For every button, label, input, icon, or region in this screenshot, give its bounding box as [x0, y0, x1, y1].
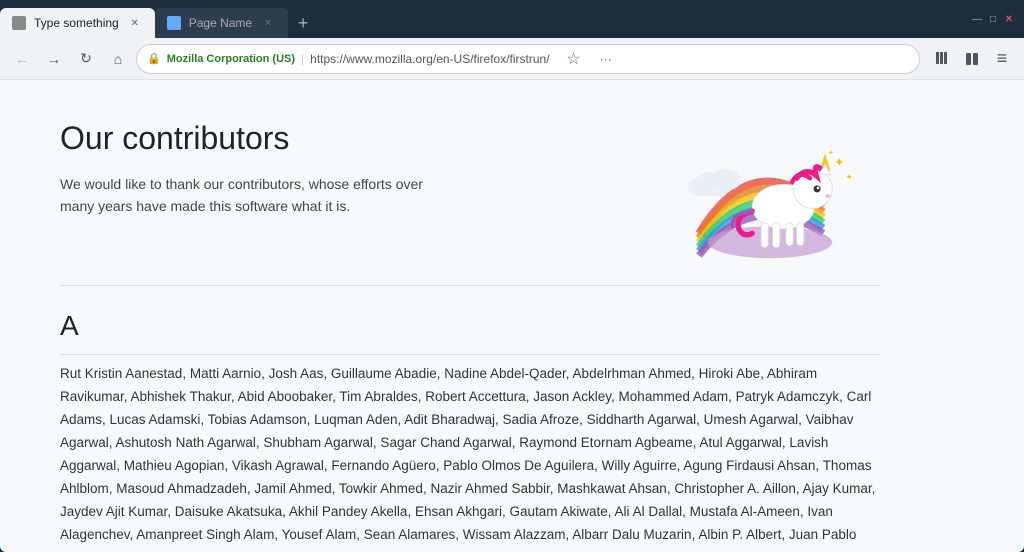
contributors-header: Our contributors We would like to thank … — [60, 120, 880, 265]
address-bar-actions: ☆ ··· — [556, 45, 620, 73]
maximize-button[interactable]: □ — [986, 12, 1000, 26]
lock-icon: 🔒 — [147, 52, 161, 65]
desc-line1: We would like to thank our contributors,… — [60, 176, 423, 192]
minimize-button[interactable]: — — [970, 12, 984, 26]
unicorn-svg: ✦ ✦ ✦ — [680, 100, 860, 260]
tabs-area: Type something ✕ Page Name ✕ + — [0, 0, 962, 38]
svg-text:✦: ✦ — [828, 149, 834, 157]
close-button[interactable]: ✕ — [1002, 12, 1016, 26]
bookmark-star-icon[interactable]: ☆ — [560, 45, 588, 73]
address-bar[interactable]: 🔒 Mozilla Corporation (US) | https://www… — [136, 44, 920, 74]
unicorn-illustration: ✦ ✦ ✦ — [680, 100, 880, 265]
new-tab-button[interactable]: + — [288, 8, 318, 38]
page-content: Our contributors We would like to thank … — [0, 80, 1024, 552]
url-separator: | — [301, 52, 304, 66]
contributors-description: We would like to thank our contributors,… — [60, 173, 423, 218]
contributors-list: Rut Kristin Aanestad, Matti Aarnio, Josh… — [60, 363, 880, 552]
window-controls: — □ ✕ — [962, 12, 1024, 26]
title-bar: Type something ✕ Page Name ✕ + — □ ✕ — [0, 0, 1024, 38]
forward-button[interactable]: → — [40, 45, 68, 73]
verified-name: Mozilla Corporation (US) — [167, 53, 295, 65]
tab-favicon-2 — [167, 16, 181, 30]
tab-inactive[interactable]: Page Name ✕ — [155, 8, 288, 38]
more-actions-icon[interactable]: ··· — [592, 45, 620, 73]
tab-inactive-label: Page Name — [189, 16, 252, 30]
bookmarks-button[interactable] — [928, 45, 956, 73]
tab-close-button[interactable]: ✕ — [127, 15, 143, 31]
contributors-section: Our contributors We would like to thank … — [60, 120, 880, 552]
toolbar-right: ≡ — [928, 45, 1016, 73]
page-title: Our contributors — [60, 120, 423, 157]
url-display: https://www.mozilla.org/en-US/firefox/fi… — [310, 52, 549, 66]
reader-view-button[interactable] — [958, 45, 986, 73]
tab-favicon — [12, 16, 26, 30]
browser-window: Type something ✕ Page Name ✕ + — □ ✕ ← →… — [0, 0, 1024, 552]
back-button[interactable]: ← — [8, 45, 36, 73]
reader-icon — [964, 51, 980, 67]
home-button[interactable]: ⌂ — [104, 45, 132, 73]
desc-line2: many years have made this software what … — [60, 198, 350, 214]
section-letter-a: A — [60, 310, 880, 342]
reload-button[interactable]: ↻ — [72, 45, 100, 73]
section-divider — [60, 285, 880, 286]
tab-close-button-2[interactable]: ✕ — [260, 15, 276, 31]
section-divider-2 — [60, 354, 880, 355]
bookmarks-icon — [934, 51, 950, 67]
tab-active-label: Type something — [34, 16, 119, 30]
nav-bar: ← → ↻ ⌂ 🔒 Mozilla Corporation (US) | htt… — [0, 38, 1024, 80]
contributors-text-block: Our contributors We would like to thank … — [60, 120, 423, 218]
tab-active[interactable]: Type something ✕ — [0, 8, 155, 38]
svg-text:✦: ✦ — [846, 172, 854, 182]
svg-text:✦: ✦ — [834, 156, 844, 170]
menu-button[interactable]: ≡ — [988, 45, 1016, 73]
